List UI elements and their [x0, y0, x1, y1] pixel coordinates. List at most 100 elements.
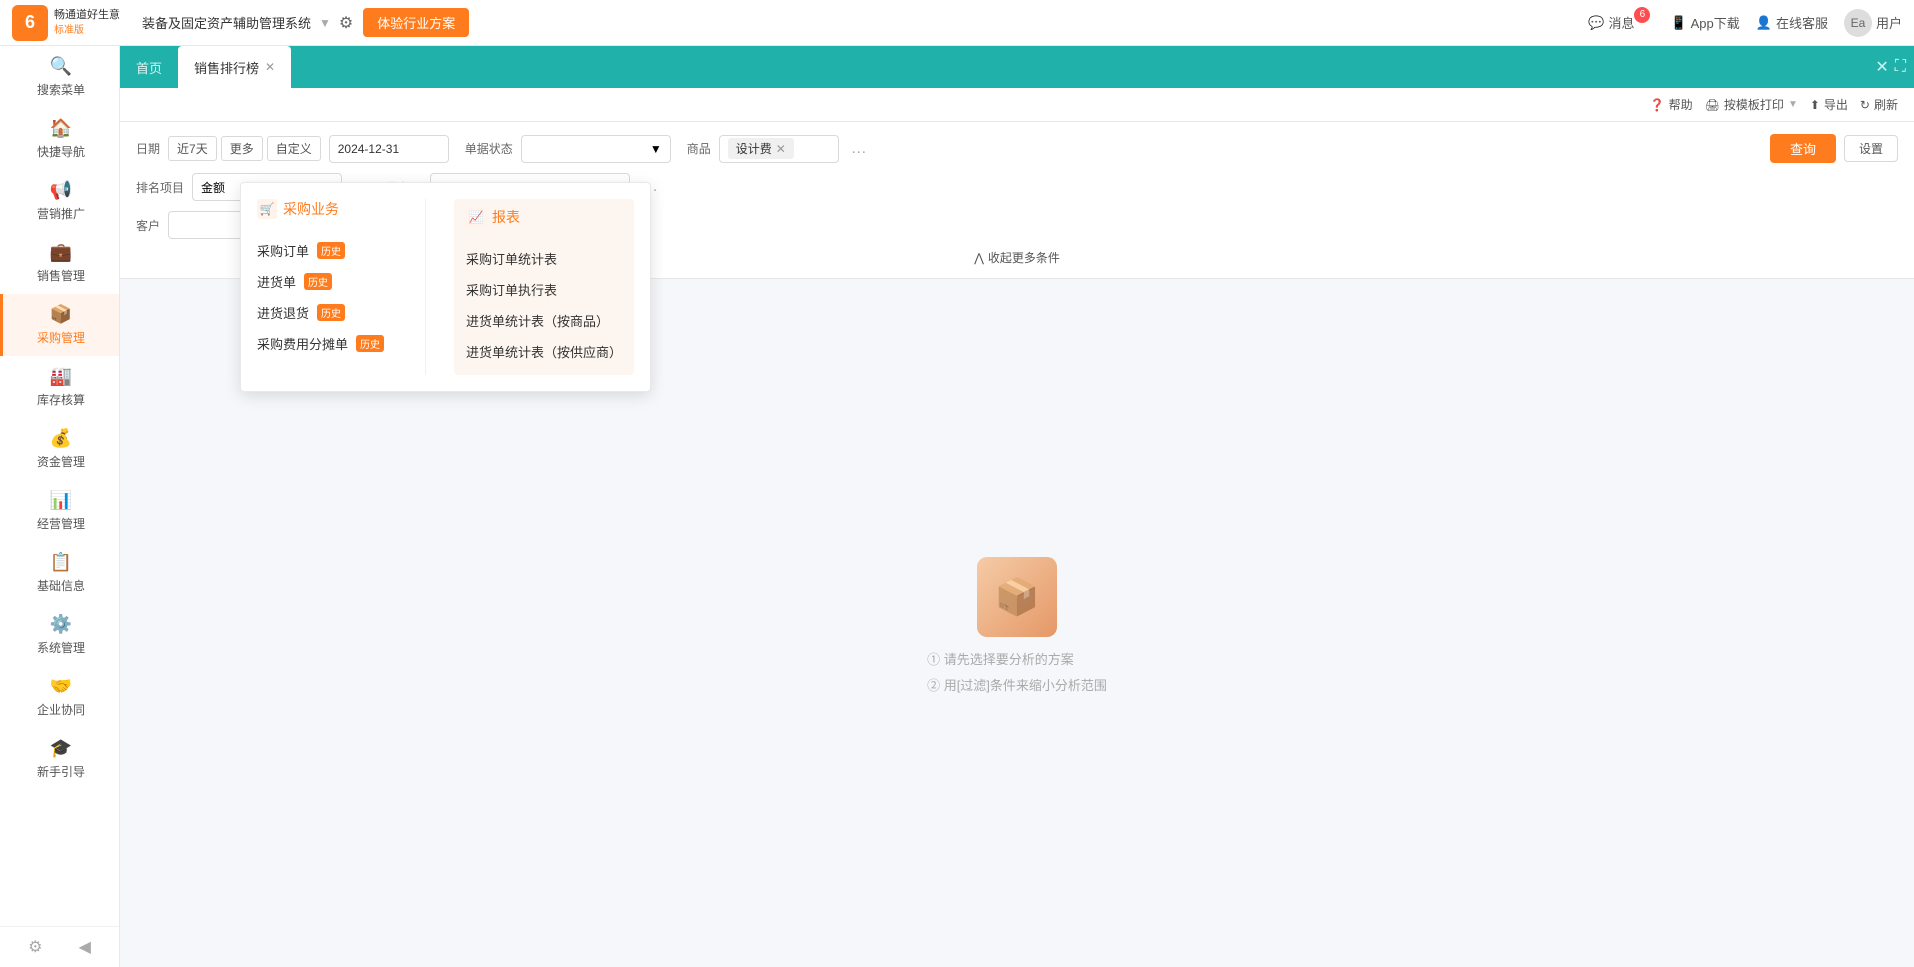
menu-item-purchase-order-stats[interactable]: 采购订单统计表 [466, 243, 622, 274]
tab-home-label: 首页 [136, 58, 162, 77]
goods-ellipsis-btn[interactable]: … [851, 140, 867, 158]
menu-divider [425, 199, 426, 375]
tab-close-all-icon[interactable]: ✕ [1875, 57, 1888, 77]
sidebar: 🔍 搜索菜单 🏠 快捷导航 📢 营销推广 💼 销售管理 📦 采购管理 🏭 库存核… [0, 46, 120, 967]
topbar: 6 畅通道好生意 标准版 装备及固定资产辅助管理系统 ▼ ⚙ 体验行业方案 💬 … [0, 0, 1914, 46]
system-settings-icon[interactable]: ⚙ [339, 13, 353, 33]
purchase-section-icon: 🛒 [257, 199, 277, 219]
home-icon: 🏠 [50, 118, 72, 139]
system-title-area: 装备及固定资产辅助管理系统 ▼ ⚙ [142, 13, 353, 33]
empty-illustration: 📦 [957, 547, 1077, 647]
sidebar-item-quick[interactable]: 🏠 快捷导航 [0, 108, 119, 170]
user-btn[interactable]: Ea 用户 [1844, 9, 1902, 37]
sidebar-item-search[interactable]: 🔍 搜索菜单 [0, 46, 119, 108]
date-input[interactable]: 2024-12-31 [329, 135, 449, 163]
system-icon: ⚙️ [50, 614, 72, 635]
sidebar-label-fund: 资金管理 [37, 453, 85, 470]
sidebar-item-enterprise[interactable]: 🤝 企业协同 [0, 666, 119, 728]
sidebar-label-system: 系统管理 [37, 639, 85, 656]
query-actions: 查询 设置 [1770, 134, 1898, 163]
sidebar-item-marketing[interactable]: 📢 营销推广 [0, 170, 119, 232]
app-icon: 📱 [1670, 15, 1686, 31]
print-btn[interactable]: 🖨 按模板打印 ▼ [1705, 96, 1798, 113]
sidebar-collapse-btn[interactable]: ◀ [79, 937, 91, 957]
sidebar-item-operations[interactable]: 📊 经营管理 [0, 480, 119, 542]
main-layout: 🔍 搜索菜单 🏠 快捷导航 📢 营销推广 💼 销售管理 📦 采购管理 🏭 库存核… [0, 46, 1914, 967]
status-filter-group: 单据状态 ▼ [465, 135, 671, 163]
purchase-order-stats-label: 采购订单统计表 [466, 249, 557, 268]
logo-area: 6 畅通道好生意 标准版 [12, 5, 132, 41]
help-icon: ❓ [1650, 98, 1665, 112]
report-menu-section: 📈 报表 采购订单统计表 采购订单执行表 进货单统计表（按商品） 进货单统计表（… [454, 199, 634, 375]
tab-home[interactable]: 首页 [120, 46, 178, 88]
menu-item-stock-in[interactable]: 进货单 历史 [257, 266, 397, 297]
refresh-btn[interactable]: ↻ 刷新 [1860, 96, 1898, 113]
rank-label: 排名项目 [136, 179, 184, 196]
logo-text: 畅通道好生意 标准版 [54, 8, 120, 37]
sidebar-label-marketing: 营销推广 [37, 205, 85, 222]
date-label: 日期 [136, 140, 160, 157]
industry-btn[interactable]: 体验行业方案 [363, 8, 469, 37]
status-label: 单据状态 [465, 140, 513, 157]
marketing-icon: 📢 [50, 180, 72, 201]
sidebar-item-inventory[interactable]: 🏭 库存核算 [0, 356, 119, 418]
goods-select[interactable]: 设计费 ✕ [719, 135, 839, 163]
stock-return-label: 进货退货 [257, 303, 309, 322]
purchase-cost-history-badge[interactable]: 历史 [356, 335, 384, 352]
report-section-icon: 📈 [466, 207, 486, 227]
sidebar-label-quick: 快捷导航 [37, 143, 85, 160]
goods-tag-close[interactable]: ✕ [776, 142, 786, 156]
menu-item-stock-stats-goods[interactable]: 进货单统计表（按商品） [466, 305, 622, 336]
sidebar-item-guide[interactable]: 🎓 新手引导 [0, 728, 119, 790]
tab-bar: 首页 销售排行榜 ✕ ✕ ⛶ [120, 46, 1914, 88]
help-btn[interactable]: ❓ 帮助 [1650, 96, 1693, 113]
message-btn[interactable]: 💬 消息 6 [1588, 13, 1654, 32]
date-preset-7days[interactable]: 近7天 [168, 136, 217, 161]
app-download-btn[interactable]: 📱 App下载 [1670, 13, 1739, 32]
title-dropdown-icon[interactable]: ▼ [319, 16, 331, 30]
system-title: 装备及固定资产辅助管理系统 [142, 13, 311, 32]
print-dropdown-icon[interactable]: ▼ [1788, 99, 1798, 110]
stock-return-history-badge[interactable]: 历史 [317, 304, 345, 321]
tab-close-icon[interactable]: ✕ [265, 60, 275, 74]
sidebar-item-purchase[interactable]: 📦 采购管理 [0, 294, 119, 356]
fund-icon: 💰 [50, 428, 72, 449]
query-button[interactable]: 查询 [1770, 134, 1836, 163]
date-preset-custom[interactable]: 自定义 [267, 136, 321, 161]
sidebar-item-basic[interactable]: 📋 基础信息 [0, 542, 119, 604]
purchase-section-title: 🛒 采购业务 [257, 199, 397, 223]
sidebar-item-sales[interactable]: 💼 销售管理 [0, 232, 119, 294]
sidebar-item-fund[interactable]: 💰 资金管理 [0, 418, 119, 480]
tab-bar-right: ✕ ⛶ [1875, 57, 1914, 77]
status-select[interactable]: ▼ [521, 135, 671, 163]
export-btn[interactable]: ⬆ 导出 [1810, 96, 1848, 113]
purchase-order-history-badge[interactable]: 历史 [317, 242, 345, 259]
stock-in-history-badge[interactable]: 历史 [304, 273, 332, 290]
tab-sales-rank-label: 销售排行榜 [194, 58, 259, 77]
empty-line-2: 用[过滤]条件来缩小分析范围 [927, 673, 1107, 699]
message-badge: 6 [1634, 7, 1650, 23]
filter-settings-btn[interactable]: 设置 [1844, 135, 1898, 162]
sidebar-settings-btn[interactable]: ⚙ [28, 937, 42, 957]
goods-tag: 设计费 ✕ [728, 138, 794, 159]
sidebar-label-guide: 新手引导 [37, 763, 85, 780]
content-area: 首页 销售排行榜 ✕ ✕ ⛶ ❓ 帮助 🖨 按模板打印 ▼ [120, 46, 1914, 967]
menu-item-stock-return[interactable]: 进货退货 历史 [257, 297, 397, 328]
date-range: 近7天 更多 自定义 [168, 136, 321, 161]
sidebar-item-system[interactable]: ⚙️ 系统管理 [0, 604, 119, 666]
collapse-btn[interactable]: ⋀ 收起更多条件 [974, 249, 1060, 266]
tab-maximize-icon[interactable]: ⛶ [1895, 58, 1906, 76]
date-preset-more[interactable]: 更多 [221, 136, 263, 161]
topbar-right: 💬 消息 6 📱 App下载 👤 在线客服 Ea 用户 [1588, 9, 1902, 37]
basic-icon: 📋 [50, 552, 72, 573]
filter-row-1: 日期 近7天 更多 自定义 2024-12-31 单据状态 ▼ [136, 134, 1898, 163]
menu-item-purchase-cost[interactable]: 采购费用分摊单 历史 [257, 328, 397, 359]
menu-item-purchase-order-exec[interactable]: 采购订单执行表 [466, 274, 622, 305]
print-icon: 🖨 [1705, 98, 1720, 112]
sidebar-label-sales: 销售管理 [37, 267, 85, 284]
menu-item-stock-stats-supplier[interactable]: 进货单统计表（按供应商） [466, 336, 622, 367]
menu-item-purchase-order[interactable]: 采购订单 历史 [257, 235, 397, 266]
tab-sales-rank[interactable]: 销售排行榜 ✕ [178, 46, 291, 88]
purchase-cost-label: 采购费用分摊单 [257, 334, 348, 353]
service-btn[interactable]: 👤 在线客服 [1756, 13, 1828, 32]
